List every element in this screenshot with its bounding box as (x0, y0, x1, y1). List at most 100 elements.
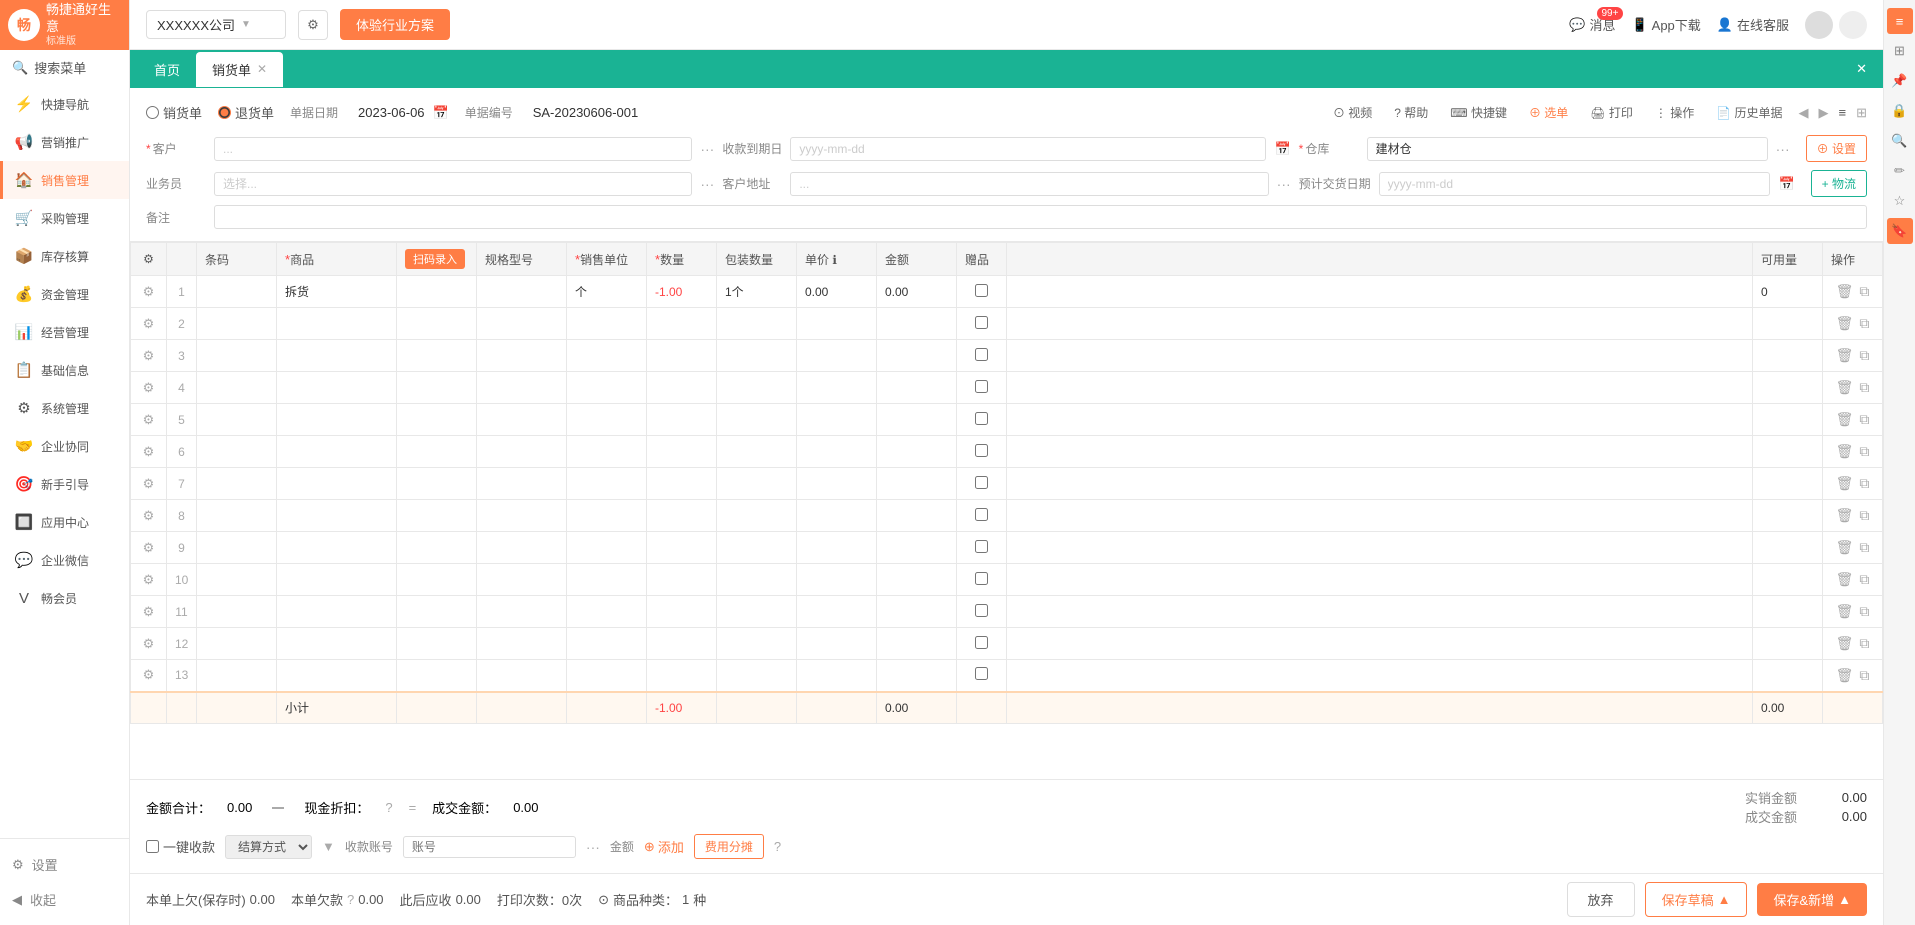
row-gift[interactable] (957, 372, 1007, 404)
gift-checkbox[interactable] (975, 348, 988, 361)
fee-help-icon[interactable]: ? (774, 839, 781, 854)
return-radio[interactable]: 退货单 (218, 103, 274, 122)
row-barcode[interactable] (197, 468, 277, 500)
operation-btn[interactable]: ⋮ 操作 (1649, 100, 1700, 125)
row-gear[interactable]: ⚙ (131, 308, 167, 340)
row-quantity[interactable] (647, 372, 717, 404)
row-pack-qty[interactable] (717, 532, 797, 564)
row-spec[interactable] (477, 436, 567, 468)
row-gear[interactable]: ⚙ (131, 372, 167, 404)
row-spec[interactable] (477, 404, 567, 436)
row-gear[interactable]: ⚙ (131, 276, 167, 308)
search-menu[interactable]: 🔍 搜索菜单 (0, 50, 129, 85)
row-amount[interactable] (877, 468, 957, 500)
row-spec[interactable] (477, 340, 567, 372)
row-gear[interactable]: ⚙ (131, 660, 167, 692)
trial-button[interactable]: 体验行业方案 (340, 9, 450, 40)
row-unit-price[interactable] (797, 468, 877, 500)
delete-icon[interactable]: 🗑 (1836, 347, 1854, 364)
row-unit[interactable] (567, 564, 647, 596)
row-amount[interactable] (877, 500, 957, 532)
row-remark[interactable] (1007, 340, 1753, 372)
row-gift[interactable] (957, 596, 1007, 628)
gift-checkbox[interactable] (975, 572, 988, 585)
row-spec[interactable] (477, 532, 567, 564)
row-spec[interactable] (477, 564, 567, 596)
customer-dots[interactable]: ··· (700, 141, 714, 157)
row-unit-price[interactable]: 0.00 (797, 276, 877, 308)
sidebar-collapse[interactable]: ◀ 收起 (0, 882, 129, 917)
delete-icon[interactable]: 🗑 (1836, 635, 1854, 652)
row-remark[interactable] (1007, 596, 1753, 628)
delete-icon[interactable]: 🗑 (1836, 315, 1854, 332)
calendar-icon[interactable]: 📅 (433, 105, 449, 121)
sidebar-item-operations[interactable]: 📊经营管理 (0, 313, 129, 351)
gift-checkbox[interactable] (975, 476, 988, 489)
row-remark[interactable] (1007, 404, 1753, 436)
row-spec[interactable] (477, 468, 567, 500)
sidebar-item-system[interactable]: ⚙系统管理 (0, 389, 129, 427)
row-product[interactable] (277, 436, 397, 468)
company-selector[interactable]: XXXXXX公司 ▼ (146, 10, 286, 39)
topbar-settings-button[interactable]: ⚙ (298, 10, 328, 40)
copy-icon[interactable]: ⧉ (1859, 347, 1869, 364)
delete-icon[interactable]: 🗑 (1836, 603, 1854, 620)
message-btn[interactable]: 💬 消息 99+ (1569, 15, 1615, 34)
row-quantity[interactable] (647, 500, 717, 532)
row-barcode[interactable] (197, 404, 277, 436)
copy-icon[interactable]: ⧉ (1859, 539, 1869, 556)
row-barcode[interactable] (197, 532, 277, 564)
delete-icon[interactable]: 🗑 (1836, 443, 1854, 460)
row-remark[interactable] (1007, 308, 1753, 340)
delete-icon[interactable]: 🗑 (1836, 475, 1854, 492)
gift-checkbox[interactable] (975, 444, 988, 457)
sidebar-item-member[interactable]: V畅会员 (0, 579, 129, 617)
row-amount[interactable] (877, 660, 957, 692)
sidebar-item-basic[interactable]: 📋基础信息 (0, 351, 129, 389)
row-product[interactable]: 拆货 (277, 276, 397, 308)
row-gift[interactable] (957, 564, 1007, 596)
row-product[interactable] (277, 404, 397, 436)
gift-checkbox[interactable] (975, 636, 988, 649)
right-panel-lock-btn[interactable]: 🔒 (1887, 98, 1913, 124)
row-barcode[interactable] (197, 660, 277, 692)
row-quantity[interactable] (647, 340, 717, 372)
salesperson-dots[interactable]: ··· (700, 176, 714, 192)
row-amount[interactable] (877, 372, 957, 404)
row-spec[interactable] (477, 372, 567, 404)
row-spec[interactable] (477, 628, 567, 660)
print-btn[interactable]: 🖨 打印 (1584, 100, 1639, 125)
close-window-btn[interactable]: ✕ (1848, 61, 1875, 77)
row-remark[interactable] (1007, 628, 1753, 660)
prev-btn[interactable]: ◀ (1799, 105, 1809, 121)
grid-view-btn[interactable]: ⊞ (1856, 105, 1867, 121)
history-btn[interactable]: 📄 历史单据 (1710, 100, 1788, 125)
row-quantity[interactable]: -1.00 (647, 276, 717, 308)
row-spec[interactable] (477, 660, 567, 692)
delete-icon[interactable]: 🗑 (1836, 379, 1854, 396)
row-unit-price[interactable] (797, 308, 877, 340)
row-barcode[interactable] (197, 276, 277, 308)
delete-icon[interactable]: 🗑 (1836, 667, 1854, 684)
row-quantity[interactable] (647, 660, 717, 692)
row-gear[interactable]: ⚙ (131, 404, 167, 436)
delete-icon[interactable]: 🗑 (1836, 507, 1854, 524)
next-btn[interactable]: ▶ (1819, 105, 1829, 121)
row-pack-qty[interactable] (717, 660, 797, 692)
row-amount[interactable] (877, 404, 957, 436)
row-unit[interactable] (567, 532, 647, 564)
row-quantity[interactable] (647, 532, 717, 564)
right-panel-pin-btn[interactable]: 📌 (1887, 68, 1913, 94)
row-product[interactable] (277, 468, 397, 500)
row-product[interactable] (277, 308, 397, 340)
row-product[interactable] (277, 532, 397, 564)
row-pack-qty[interactable] (717, 468, 797, 500)
copy-icon[interactable]: ⧉ (1859, 571, 1869, 588)
row-barcode[interactable] (197, 372, 277, 404)
row-spec[interactable] (477, 276, 567, 308)
row-unit[interactable] (567, 308, 647, 340)
remarks-input[interactable] (214, 205, 1867, 229)
row-gear[interactable]: ⚙ (131, 628, 167, 660)
row-remark[interactable] (1007, 532, 1753, 564)
copy-icon[interactable]: ⧉ (1859, 507, 1869, 524)
